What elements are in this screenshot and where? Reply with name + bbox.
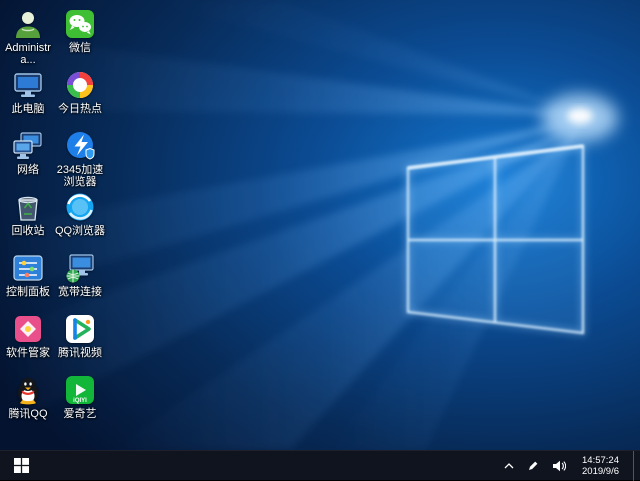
windows-logo-icon	[14, 458, 29, 473]
taskbar-clock[interactable]: 14:57:24 2019/9/6	[577, 455, 624, 477]
desktop-icon-network[interactable]: 网络	[2, 130, 54, 191]
desktop-icon-control-panel[interactable]: 控制面板	[2, 252, 54, 313]
qq-penguin-icon	[12, 374, 44, 406]
hotspot-swirl-icon	[64, 69, 96, 101]
icon-label: 2345加速浏览器	[54, 164, 106, 189]
start-button[interactable]	[0, 451, 42, 480]
desktop-icon-iqiyi[interactable]: iQIYI 爱奇艺	[54, 374, 106, 435]
taskbar: 14:57:24 2019/9/6	[0, 450, 640, 480]
icon-label: 回收站	[12, 225, 45, 237]
clock-time: 14:57:24	[582, 455, 619, 466]
2345-browser-icon	[64, 130, 96, 162]
icon-label: 网络	[17, 164, 39, 176]
system-tray: 14:57:24 2019/9/6	[502, 451, 640, 480]
desktop-icon-wechat[interactable]: 微信	[54, 8, 106, 69]
computer-monitor-icon	[12, 69, 44, 101]
wechat-icon	[64, 8, 96, 40]
icon-label: 软件管家	[6, 347, 50, 359]
desktop-icon-tencent-qq[interactable]: 腾讯QQ	[2, 374, 54, 435]
desktop-icon-software-manager[interactable]: 软件管家	[2, 313, 54, 374]
show-desktop-button[interactable]	[633, 451, 638, 481]
icon-label: QQ浏览器	[55, 225, 105, 237]
broadband-connection-icon	[64, 252, 96, 284]
taskbar-empty-area[interactable]	[42, 451, 502, 480]
icon-label: Administra...	[2, 42, 54, 67]
icon-label: 控制面板	[6, 286, 50, 298]
desktop-icon-this-pc[interactable]: 此电脑	[2, 69, 54, 130]
desktop-icon-tencent-video[interactable]: 腾讯视频	[54, 313, 106, 374]
qq-browser-icon	[64, 191, 96, 223]
user-folder-icon	[12, 8, 44, 40]
tray-expand-arrow-icon[interactable]	[502, 451, 516, 481]
control-panel-icon	[12, 252, 44, 284]
desktop-icon-grid: Administra... 此电脑	[2, 8, 106, 435]
pen-input-icon[interactable]	[525, 451, 541, 481]
icon-label: 微信	[69, 42, 91, 54]
icon-label: 爱奇艺	[64, 408, 97, 420]
desktop-icon-2345-browser[interactable]: 2345加速浏览器	[54, 130, 106, 191]
icon-label: 腾讯视频	[58, 347, 102, 359]
icon-label: 腾讯QQ	[8, 408, 47, 420]
tencent-video-icon	[64, 313, 96, 345]
desktop-icon-administrator[interactable]: Administra...	[2, 8, 54, 69]
icon-label: 今日热点	[58, 103, 102, 115]
volume-icon[interactable]	[550, 451, 568, 481]
network-computers-icon	[12, 130, 44, 162]
icon-label: 此电脑	[12, 103, 45, 115]
software-manager-icon	[12, 313, 44, 345]
desktop-icon-recycle-bin[interactable]: 回收站	[2, 191, 54, 252]
icon-label: 宽带连接	[58, 286, 102, 298]
recycle-bin-icon	[12, 191, 44, 223]
desktop-icon-today-hotspot[interactable]: 今日热点	[54, 69, 106, 130]
desktop-icon-broadband[interactable]: 宽带连接	[54, 252, 106, 313]
clock-date: 2019/9/6	[582, 466, 619, 477]
desktop-icon-qq-browser[interactable]: QQ浏览器	[54, 191, 106, 252]
iqiyi-icon: iQIYI	[64, 374, 96, 406]
iqiyi-wordmark: iQIYI	[73, 398, 87, 404]
desktop[interactable]: Administra... 此电脑	[0, 0, 640, 450]
